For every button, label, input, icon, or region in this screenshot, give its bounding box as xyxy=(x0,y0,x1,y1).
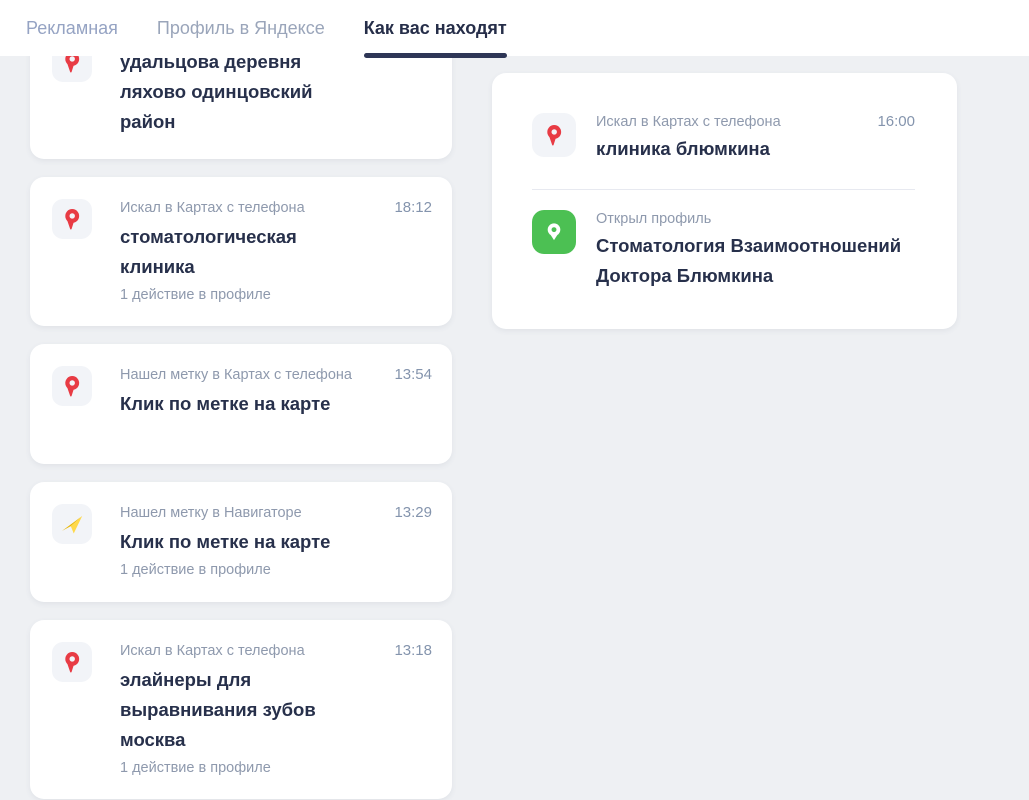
event-source: Искал в Картах с телефона xyxy=(120,643,305,659)
event-card[interactable]: Нашел метку в Навигаторе 13:29 Клик по м… xyxy=(30,482,452,602)
event-source: Нашел метку в Картах с телефона xyxy=(120,367,352,383)
event-time: 13:18 xyxy=(394,642,432,659)
event-title: Стоматология Взаимоотношений Доктора Блю… xyxy=(596,235,902,286)
maps-pin-icon xyxy=(52,366,92,406)
events-column-right: Искал в Картах с телефона 16:00 клиника … xyxy=(492,73,957,329)
event-card[interactable]: Искал в Картах с телефона 18:12 стоматол… xyxy=(30,177,452,326)
event-card[interactable]: Искал в Картах с телефона 13:18 элайнеры… xyxy=(30,620,452,799)
session-card[interactable]: Искал в Картах с телефона 16:00 клиника … xyxy=(492,73,957,329)
event-action-count: 1 действие в профиле xyxy=(120,287,271,303)
event-source: Нашел метку в Навигаторе xyxy=(120,505,302,521)
event-action-count: 1 действие в профиле xyxy=(120,760,271,776)
event-card[interactable]: Нашел метку в Картах с телефона 13:54 Кл… xyxy=(30,344,452,464)
event-source: Искал в Картах с телефона xyxy=(596,114,781,130)
event-time: 13:29 xyxy=(394,504,432,521)
session-divider xyxy=(532,189,915,190)
tab-advertising[interactable]: Рекламная xyxy=(26,0,118,56)
session-event-search: Искал в Картах с телефона 16:00 клиника … xyxy=(532,113,915,164)
event-time: 18:12 xyxy=(394,199,432,216)
maps-pin-icon xyxy=(532,113,576,157)
active-tab-underline xyxy=(363,53,507,58)
event-time: 16:00 xyxy=(877,113,915,130)
event-time: 13:54 xyxy=(394,366,432,383)
event-title: элайнеры для выравнивания зубов москва xyxy=(120,669,316,750)
event-source: Открыл профиль xyxy=(596,211,712,227)
tab-how-you-are-found[interactable]: Как вас находят xyxy=(363,0,507,58)
event-title: удальцова деревня ляхово одинцовский рай… xyxy=(120,51,313,132)
profile-pin-icon xyxy=(532,210,576,254)
navigator-arrow-icon xyxy=(52,504,92,544)
maps-pin-icon xyxy=(52,642,92,682)
event-title: стоматологическая клиника xyxy=(120,226,297,277)
event-title: Клик по метке на карте xyxy=(120,531,331,552)
tab-profile-in-yandex[interactable]: Профиль в Яндексе xyxy=(157,0,325,56)
events-feed: удальцова деревня ляхово одинцовский рай… xyxy=(0,20,1029,800)
maps-pin-icon xyxy=(52,199,92,239)
events-column-left: удальцова деревня ляхово одинцовский рай… xyxy=(30,20,452,800)
event-source: Искал в Картах с телефона xyxy=(120,200,305,216)
tab-bar: Рекламная Профиль в Яндексе Как вас нахо… xyxy=(0,0,1029,58)
event-action-count: 1 действие в профиле xyxy=(120,562,271,578)
tab-label: Профиль в Яндексе xyxy=(156,17,325,38)
tab-label: Как вас находят xyxy=(363,17,507,38)
event-title: клиника блюмкина xyxy=(596,138,770,159)
session-event-profile-open: Открыл профиль Стоматология Взаимоотноше… xyxy=(532,210,915,291)
event-title: Клик по метке на карте xyxy=(120,393,331,414)
tab-label: Рекламная xyxy=(26,17,118,38)
